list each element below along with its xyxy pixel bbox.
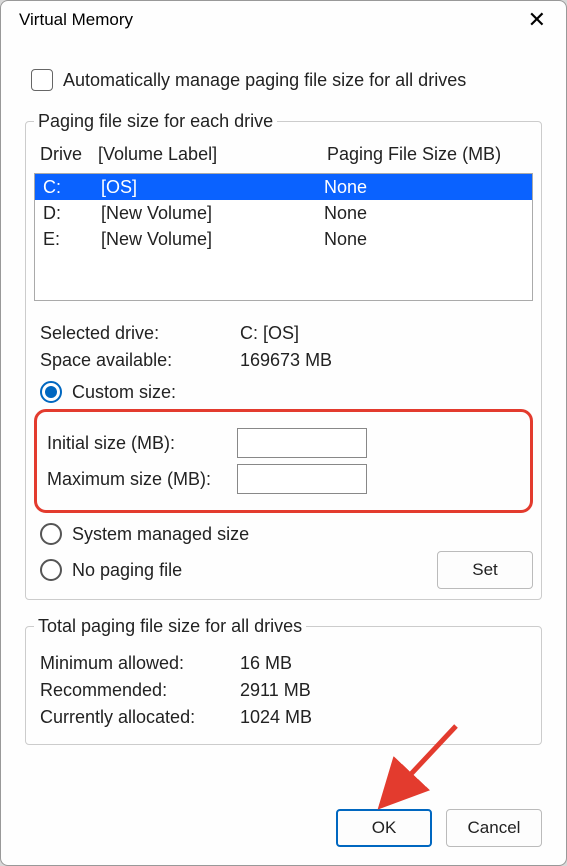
- no-paging-row: No paging file Set: [34, 551, 533, 589]
- initial-size-label: Initial size (MB):: [47, 433, 237, 454]
- auto-manage-label: Automatically manage paging file size fo…: [63, 70, 466, 91]
- ok-button[interactable]: OK: [336, 809, 432, 847]
- drive-letter: C:: [43, 177, 101, 198]
- minimum-allowed-value: 16 MB: [240, 653, 527, 674]
- maximum-size-input[interactable]: [237, 464, 367, 494]
- drive-volume: [New Volume]: [101, 203, 324, 224]
- size-highlight: Initial size (MB): Maximum size (MB):: [34, 409, 533, 513]
- initial-size-input[interactable]: [237, 428, 367, 458]
- selected-info: Selected drive: C: [OS] Space available:…: [40, 323, 527, 371]
- custom-size-radio[interactable]: [40, 381, 62, 403]
- system-managed-row: System managed size: [40, 523, 527, 545]
- drive-row[interactable]: E: [New Volume] None: [35, 226, 532, 252]
- selected-drive-label: Selected drive:: [40, 323, 240, 344]
- custom-size-label: Custom size:: [72, 382, 176, 403]
- drive-letter: E:: [43, 229, 101, 250]
- dialog-title: Virtual Memory: [19, 10, 133, 30]
- drive-pfs: None: [324, 177, 524, 198]
- minimum-allowed-label: Minimum allowed:: [40, 653, 240, 674]
- cancel-button[interactable]: Cancel: [446, 809, 542, 847]
- drive-letter: D:: [43, 203, 101, 224]
- drive-pfs: None: [324, 229, 524, 250]
- total-fieldset: Total paging file size for all drives Mi…: [25, 616, 542, 745]
- header-volume: [Volume Label]: [98, 144, 327, 165]
- system-managed-radio[interactable]: [40, 523, 62, 545]
- total-fieldset-legend: Total paging file size for all drives: [34, 616, 306, 637]
- maximum-size-label: Maximum size (MB):: [47, 469, 237, 490]
- recommended-label: Recommended:: [40, 680, 240, 701]
- drive-volume: [New Volume]: [101, 229, 324, 250]
- custom-size-row: Custom size:: [40, 381, 527, 403]
- virtual-memory-dialog: Virtual Memory ✕ Automatically manage pa…: [0, 0, 567, 866]
- drive-list[interactable]: C: [OS] None D: [New Volume] None E: [Ne…: [34, 173, 533, 301]
- maximum-size-row: Maximum size (MB):: [47, 464, 520, 494]
- drive-row[interactable]: C: [OS] None: [35, 174, 532, 200]
- currently-allocated-value: 1024 MB: [240, 707, 527, 728]
- header-drive: Drive: [40, 144, 98, 165]
- close-icon[interactable]: ✕: [518, 7, 556, 33]
- system-managed-label: System managed size: [72, 524, 249, 545]
- no-paging-radio[interactable]: [40, 559, 62, 581]
- drive-volume: [OS]: [101, 177, 324, 198]
- paging-fieldset: Paging file size for each drive Drive [V…: [25, 111, 542, 600]
- recommended-value: 2911 MB: [240, 680, 527, 701]
- dialog-content: Automatically manage paging file size fo…: [1, 39, 566, 799]
- drive-pfs: None: [324, 203, 524, 224]
- space-available-value: 169673 MB: [240, 350, 527, 371]
- auto-manage-row: Automatically manage paging file size fo…: [31, 69, 536, 91]
- no-paging-label: No paging file: [72, 560, 182, 581]
- paging-fieldset-legend: Paging file size for each drive: [34, 111, 277, 132]
- initial-size-row: Initial size (MB):: [47, 428, 520, 458]
- currently-allocated-label: Currently allocated:: [40, 707, 240, 728]
- space-available-label: Space available:: [40, 350, 240, 371]
- titlebar: Virtual Memory ✕: [1, 1, 566, 39]
- drive-list-header: Drive [Volume Label] Paging File Size (M…: [34, 142, 533, 173]
- auto-manage-checkbox[interactable]: [31, 69, 53, 91]
- selected-drive-value: C: [OS]: [240, 323, 527, 344]
- drive-row[interactable]: D: [New Volume] None: [35, 200, 532, 226]
- set-button[interactable]: Set: [437, 551, 533, 589]
- dialog-button-row: OK Cancel: [1, 799, 566, 865]
- header-pfs: Paging File Size (MB): [327, 144, 527, 165]
